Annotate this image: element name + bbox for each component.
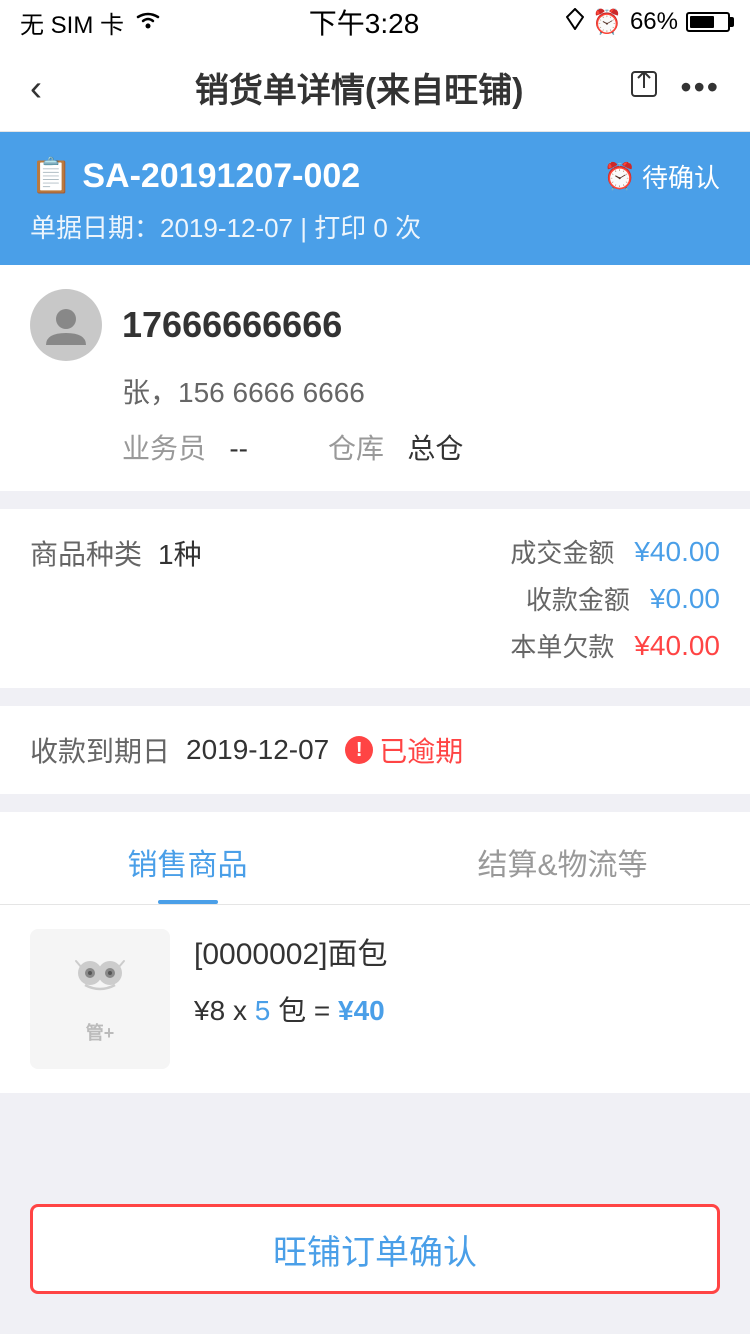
summary-left: 商品种类 1种 [30,533,202,573]
location-icon [566,8,584,37]
equals-sign: = [314,995,338,1026]
salesperson-label: 业务员 [122,433,206,464]
price-value: ¥8 [194,995,225,1026]
tabs-section: 销售商品 结算&物流等 [0,812,750,1093]
product-info: [0000002]面包 ¥8 x 5 包 = ¥40 [194,929,720,1029]
alarm-icon: ⏰ [592,8,622,37]
product-item: 管+ [0000002]面包 ¥8 x 5 包 = ¥40 [30,929,720,1069]
back-button[interactable]: ‹ [30,67,90,109]
product-name: [0000002]面包 [194,929,720,973]
transaction-amount: ¥40.00 [634,536,720,568]
order-id: 📋 SA-20191207-002 [30,156,360,196]
product-image: 管+ [30,929,170,1069]
brand-label: 管+ [86,1019,115,1045]
customer-name: 张，156 6666 6666 [122,371,720,411]
status-bar: 无 SIM 卡 下午3:28 ⏰ 66% [0,0,750,44]
product-total: ¥40 [338,995,385,1026]
due-date-value: 2019-12-07 [186,734,329,766]
received-label: 收款金额 [526,580,630,617]
order-icon: 📋 [30,156,72,196]
battery-icon [686,12,730,32]
order-header: 📋 SA-20191207-002 ⏰ 待确认 单据日期：2019-12-07 … [0,132,750,265]
price-separator: x [233,995,255,1026]
order-date: 单据日期：2019-12-07 | 打印 0 次 [30,208,720,245]
transaction-label: 成交金额 [510,533,614,570]
warehouse-value: 总仓 [407,433,463,464]
bottom-bar: 旺铺订单确认 [0,1184,750,1334]
carrier-text: 无 SIM 卡 [20,5,124,40]
confirm-order-button[interactable]: 旺铺订单确认 [30,1204,720,1294]
summary-section: 商品种类 1种 成交金额 ¥40.00 收款金额 ¥0.00 本单欠款 ¥40.… [0,509,750,688]
product-placeholder-icon [70,953,130,1015]
balance-amount: ¥40.00 [634,630,720,662]
due-section: 收款到期日 2019-12-07 ! 已逾期 [0,706,750,794]
unit-label: 包 [278,995,306,1026]
status-right: ⏰ 66% [566,8,730,37]
due-date-label: 收款到期日 [30,730,170,770]
product-qty: 5 [255,995,271,1026]
customer-avatar [30,289,102,361]
overdue-icon: ! [345,736,373,764]
page-title: 销货单详情(来自旺铺) [195,63,524,112]
balance-label: 本单欠款 [510,627,614,664]
order-status: ⏰ 待确认 [604,158,720,195]
nav-bar: ‹ 销货单详情(来自旺铺) ••• [0,44,750,132]
tab-sales-products[interactable]: 销售商品 [0,812,375,904]
received-amount: ¥0.00 [650,583,720,615]
customer-phone: 17666666666 [122,304,342,346]
wifi-icon [134,8,162,36]
more-icon[interactable]: ••• [680,69,720,106]
overdue-badge: ! 已逾期 [345,730,463,770]
share-icon[interactable] [628,68,660,108]
status-clock-icon: ⏰ [604,161,636,192]
status-left: 无 SIM 卡 [20,5,162,40]
warehouse-label: 仓库 [328,433,384,464]
customer-section: 17666666666 张，156 6666 6666 业务员 -- 仓库 总仓 [0,265,750,491]
status-time: 下午3:28 [309,2,420,42]
product-type-label: 商品种类 [30,533,142,573]
tab-settlement[interactable]: 结算&物流等 [375,812,750,904]
product-type-value: 1种 [158,533,202,573]
customer-meta: 业务员 -- 仓库 总仓 [122,427,720,467]
summary-right: 成交金额 ¥40.00 收款金额 ¥0.00 本单欠款 ¥40.00 [510,533,720,664]
battery-text: 66% [630,8,678,36]
tabs-header: 销售商品 结算&物流等 [0,812,750,905]
salesperson-value: -- [229,433,248,464]
overdue-text: 已逾期 [379,730,463,770]
nav-actions: ••• [628,68,720,108]
product-price: ¥8 x 5 包 = ¥40 [194,989,720,1029]
product-section: 管+ [0000002]面包 ¥8 x 5 包 = ¥40 [0,905,750,1093]
